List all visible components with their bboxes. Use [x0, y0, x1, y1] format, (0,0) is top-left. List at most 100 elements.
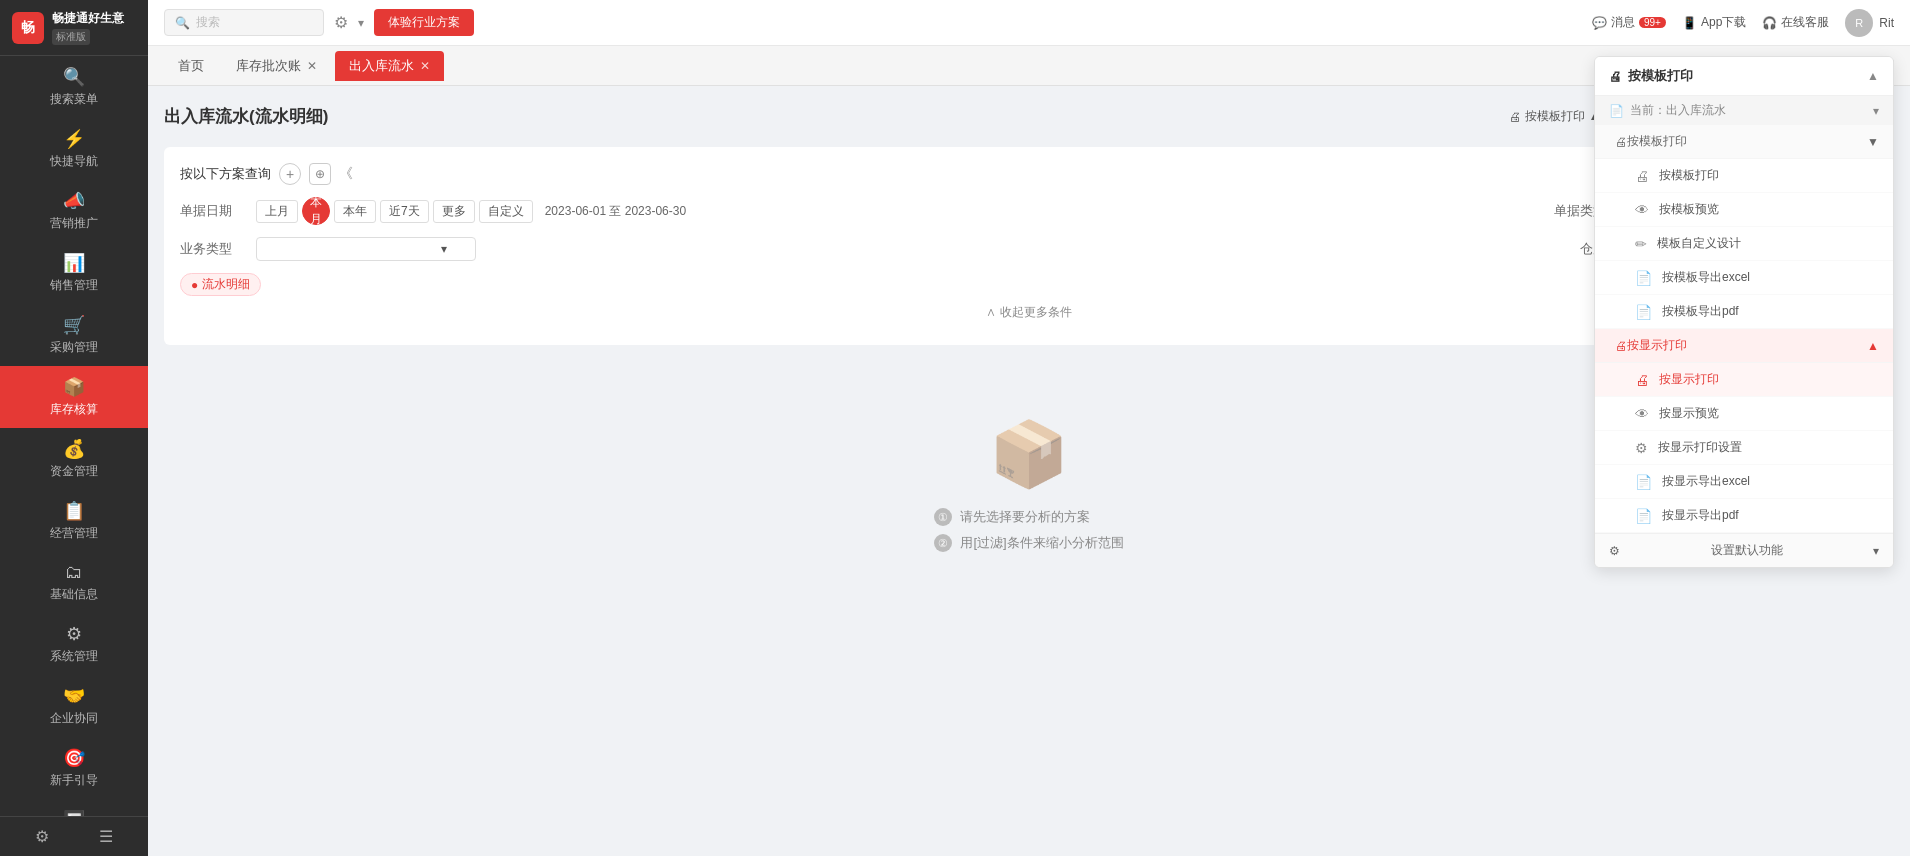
messages-btn[interactable]: 💬 消息 99+ — [1592, 14, 1666, 31]
purchase-icon: 🛒 — [63, 314, 85, 336]
template-preview-label: 按模板预览 — [1659, 201, 1719, 218]
date-btn-more[interactable]: 更多 — [433, 200, 475, 223]
sidebar-settings-icon[interactable]: ⚙ — [35, 827, 49, 846]
display-print-section-header: 🖨 按显示打印 ▲ — [1595, 329, 1893, 363]
template-export-excel-item[interactable]: 📄 按模板导出excel — [1595, 261, 1893, 295]
sidebar-item-marketing[interactable]: 📣 营销推广 — [0, 180, 148, 242]
dropdown-title-text: 按模板打印 — [1628, 67, 1693, 85]
topbar-right: 💬 消息 99+ 📱 App下载 🎧 在线客服 R Rit — [1592, 9, 1894, 37]
filter-business-type-label: 业务类型 — [180, 240, 240, 258]
step-2-text: 用[过滤]条件来缩小分析范围 — [960, 534, 1123, 552]
display-print-section-icon: 🖨 — [1615, 339, 1627, 353]
topbar-dropdown-icon[interactable]: ▾ — [358, 16, 364, 30]
filter-add-btn[interactable]: + — [279, 163, 301, 185]
sidebar-label-search: 搜索菜单 — [50, 91, 98, 108]
topbar: 🔍 搜索 ⚙ ▾ 体验行业方案 💬 消息 99+ 📱 App下载 🎧 在线客服 — [148, 0, 1910, 46]
sidebar-item-collab[interactable]: 🤝 企业协同 — [0, 675, 148, 737]
sidebar-item-inventory[interactable]: 📦 库存核算 — [0, 366, 148, 428]
app-download-label: App下载 — [1701, 14, 1746, 31]
sidebar-item-quicknav[interactable]: ⚡ 快捷导航 — [0, 118, 148, 180]
collab-icon: 🤝 — [63, 685, 85, 707]
date-btn-last-month[interactable]: 上月 — [256, 200, 298, 223]
empty-illustration: 📦 — [989, 417, 1069, 492]
sidebar-label-inventory: 库存核算 — [50, 401, 98, 418]
template-export-pdf-item[interactable]: 📄 按模板导出pdf — [1595, 295, 1893, 329]
tab-batch-account-close[interactable]: ✕ — [307, 59, 317, 73]
logo-text-block: 畅捷通好生意 标准版 — [52, 10, 124, 45]
sidebar-logo: 畅 畅捷通好生意 标准版 — [0, 0, 148, 56]
sidebar-item-search[interactable]: 🔍 搜索菜单 — [0, 56, 148, 118]
print-template-btn[interactable]: 🖨 按模板打印 ▲ — [1501, 104, 1607, 129]
sidebar-item-basic[interactable]: 🗂 基础信息 — [0, 552, 148, 613]
tab-batch-account[interactable]: 库存批次账 ✕ — [222, 51, 331, 81]
messages-badge: 99+ — [1639, 17, 1666, 28]
sidebar-item-appcenter[interactable]: 🔲 应用中心 — [0, 799, 148, 816]
sidebar-scroll: 🔍 搜索菜单 ⚡ 快捷导航 📣 营销推广 📊 销售管理 🛒 采购管理 📦 库存核… — [0, 56, 148, 816]
online-service-btn[interactable]: 🎧 在线客服 — [1762, 14, 1829, 31]
date-btn-7days[interactable]: 近7天 — [380, 200, 429, 223]
date-btn-this-month[interactable]: 本月 — [302, 197, 330, 225]
dropdown-header-chevron[interactable]: ▲ — [1867, 69, 1879, 83]
display-preview-item[interactable]: 👁 按显示预览 — [1595, 397, 1893, 431]
sidebar-menu-icon[interactable]: ☰ — [99, 827, 113, 846]
tab-inventory-flow[interactable]: 出入库流水 ✕ — [335, 51, 444, 81]
topbar-gear-icon[interactable]: ⚙ — [334, 13, 348, 32]
dropdown-title: 🖨 按模板打印 — [1609, 67, 1693, 85]
date-btn-custom[interactable]: 自定义 — [479, 200, 533, 223]
filter-tag[interactable]: ● 流水明细 — [180, 273, 261, 296]
date-btn-this-year[interactable]: 本年 — [334, 200, 376, 223]
page-title: 出入库流水(流水明细) — [164, 105, 328, 128]
display-export-pdf-label: 按显示导出pdf — [1662, 507, 1739, 524]
filter-date-buttons: 上月 本月 本年 近7天 更多 自定义 2023-06-01 至 2023-06… — [256, 197, 686, 225]
filter-date-label: 单据日期 — [180, 202, 240, 220]
dropdown-current: 📄 当前：出入库流水 ▾ — [1595, 96, 1893, 125]
template-export-excel-label: 按模板导出excel — [1662, 269, 1750, 286]
sidebar-item-operation[interactable]: 📋 经营管理 — [0, 490, 148, 552]
sidebar-item-system[interactable]: ⚙ 系统管理 — [0, 613, 148, 675]
template-custom-item[interactable]: ✏ 模板自定义设计 — [1595, 227, 1893, 261]
trial-btn[interactable]: 体验行业方案 — [374, 9, 474, 36]
tab-inventory-flow-close[interactable]: ✕ — [420, 59, 430, 73]
topbar-search-box[interactable]: 🔍 搜索 — [164, 9, 324, 36]
app-download-btn[interactable]: 📱 App下载 — [1682, 14, 1746, 31]
dropdown-footer[interactable]: ⚙ 设置默认功能 ▾ — [1595, 533, 1893, 567]
filter-collapse-btn[interactable]: 《 — [339, 165, 353, 183]
template-preview-item[interactable]: 👁 按模板预览 — [1595, 193, 1893, 227]
sales-icon: 📊 — [63, 252, 85, 274]
tag-label: 流水明细 — [202, 276, 250, 293]
filter-business-type-select[interactable]: ▾ — [256, 237, 476, 261]
dropdown-print-icon: 🖨 — [1609, 69, 1622, 84]
search-icon: 🔍 — [63, 66, 85, 88]
sidebar-item-guide[interactable]: 🎯 新手引导 — [0, 737, 148, 799]
template-export-pdf-label: 按模板导出pdf — [1662, 303, 1739, 320]
sidebar-item-sales[interactable]: 📊 销售管理 — [0, 242, 148, 304]
display-export-excel-item[interactable]: 📄 按显示导出excel — [1595, 465, 1893, 499]
user-profile[interactable]: R Rit — [1845, 9, 1894, 37]
display-preview-label: 按显示预览 — [1659, 405, 1719, 422]
sidebar-label-system: 系统管理 — [50, 648, 98, 665]
template-print-item[interactable]: 🖨 按模板打印 — [1595, 159, 1893, 193]
template-preview-icon: 👁 — [1635, 202, 1649, 218]
sidebar: 畅 畅捷通好生意 标准版 🔍 搜索菜单 ⚡ 快捷导航 📣 营销推广 📊 销售管理… — [0, 0, 148, 856]
sidebar-label-operation: 经营管理 — [50, 525, 98, 542]
display-export-pdf-item[interactable]: 📄 按显示导出pdf — [1595, 499, 1893, 533]
display-print-label: 按显示打印 — [1659, 371, 1719, 388]
tab-batch-account-label: 库存批次账 — [236, 57, 301, 75]
system-icon: ⚙ — [66, 623, 82, 645]
display-section-chevron: ▲ — [1867, 339, 1879, 353]
online-service-label: 在线客服 — [1781, 14, 1829, 31]
display-print-settings-item[interactable]: ⚙ 按显示打印设置 — [1595, 431, 1893, 465]
display-print-section-label: 按显示打印 — [1627, 337, 1687, 354]
dropdown-current-label: 当前：出入库流水 — [1630, 102, 1726, 119]
sidebar-label-guide: 新手引导 — [50, 772, 98, 789]
display-print-icon: 🖨 — [1635, 372, 1649, 388]
guide-icon: 🎯 — [63, 747, 85, 769]
sidebar-item-purchase[interactable]: 🛒 采购管理 — [0, 304, 148, 366]
template-print-section-label: 按模板打印 — [1627, 133, 1687, 150]
tab-home[interactable]: 首页 — [164, 51, 218, 81]
inventory-icon: 📦 — [63, 376, 85, 398]
messages-icon: 💬 — [1592, 16, 1607, 30]
filter-setting-btn[interactable]: ⊕ — [309, 163, 331, 185]
sidebar-item-finance[interactable]: 💰 资金管理 — [0, 428, 148, 490]
display-print-item[interactable]: 🖨 按显示打印 — [1595, 363, 1893, 397]
